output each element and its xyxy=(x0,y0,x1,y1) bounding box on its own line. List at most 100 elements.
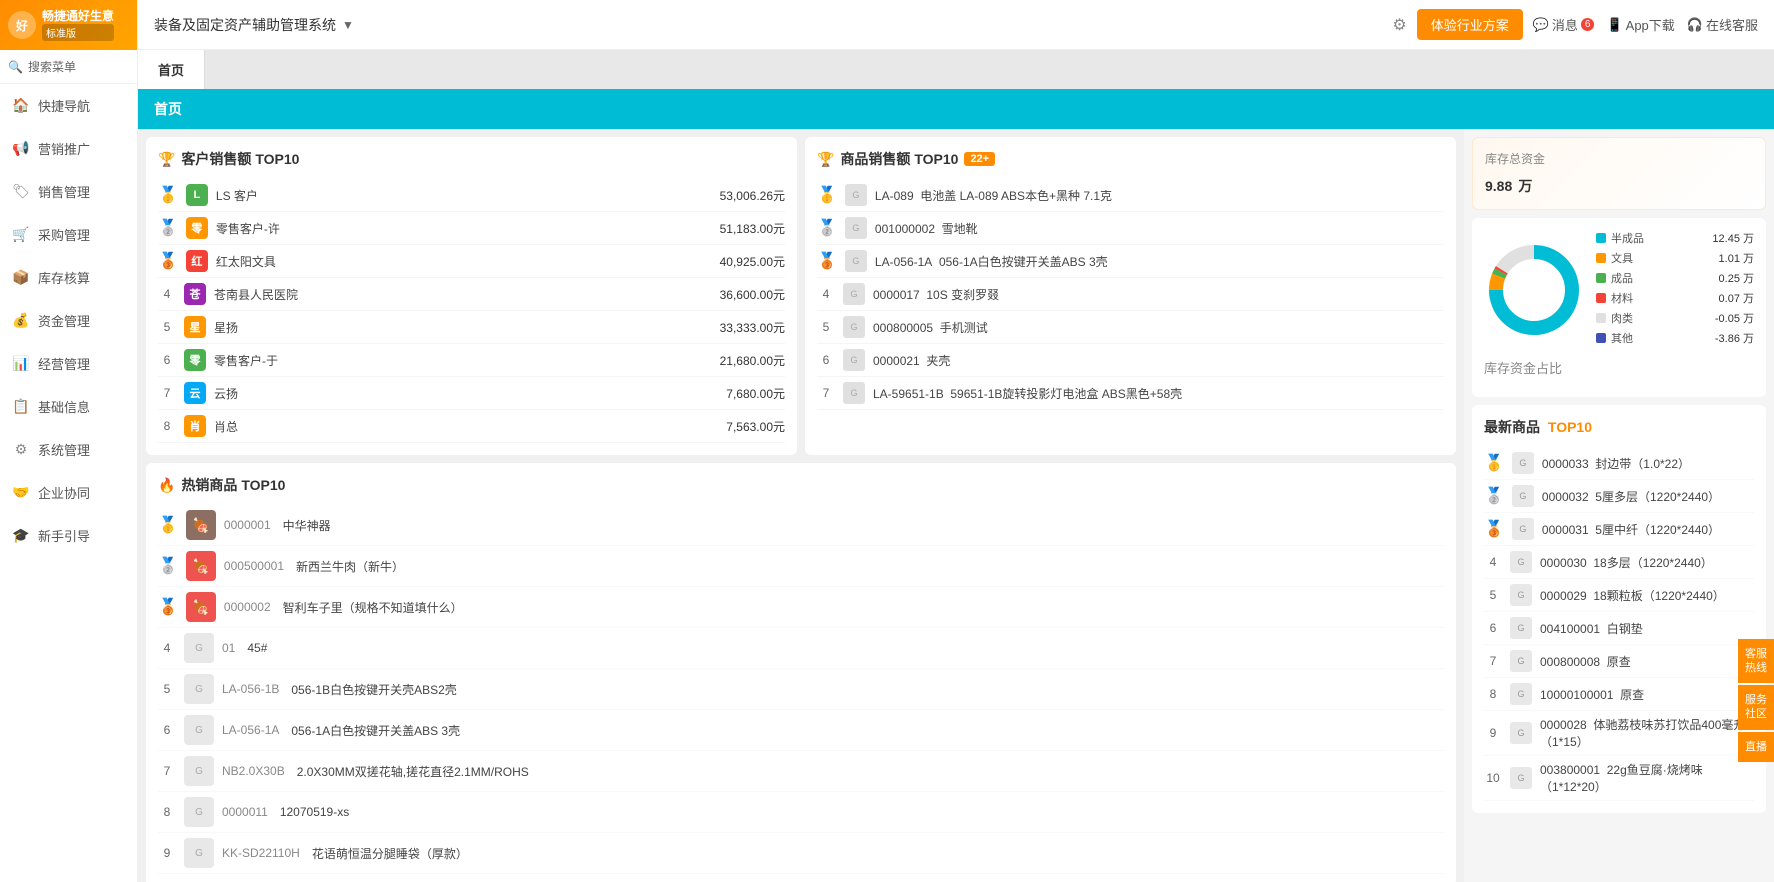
customer-rank-item: 🥈 零 零售客户-许 51,183.00元 xyxy=(158,212,785,245)
hot-product-item: 7 G NB2.0X30B 2.0X30MM双搓花轴,搓花直径2.1MM/ROH… xyxy=(158,751,1444,792)
legend-item: 文具 1.01 万 xyxy=(1596,250,1754,266)
inventory-total-value: 9.88 万 xyxy=(1485,171,1753,197)
hot-product-item: 🥉 🍖 0000002 智利车子里（规格不知道填什么） xyxy=(158,587,1444,628)
home-icon: 🏠 xyxy=(12,97,30,115)
customer-rank-item: 🥇 L LS 客户 53,006.26元 xyxy=(158,179,785,212)
float-btn-community[interactable]: 服务社区 xyxy=(1738,685,1774,730)
sidebar-item-label: 资金管理 xyxy=(38,311,90,330)
try-btn[interactable]: 体验行业方案 xyxy=(1417,9,1523,40)
message-icon: 💬 xyxy=(1533,17,1549,33)
new-products-card: 最新商品 TOP10 🥇 G 0000033 封边带（1.0*22） 🥈 G 0… xyxy=(1472,405,1766,813)
sidebar-item-label: 采购管理 xyxy=(38,225,90,244)
logo-icon: 好 xyxy=(8,11,36,39)
sidebar-item-sales[interactable]: 🏷 销售管理 xyxy=(0,170,137,213)
sales-rank-item: 6 G 0000021 夹壳 xyxy=(817,344,1444,377)
sidebar-item-purchase[interactable]: 🛒 采购管理 xyxy=(0,213,137,256)
new-product-item: 🥇 G 0000033 封边带（1.0*22） xyxy=(1484,447,1754,480)
sidebar-item-system[interactable]: ⚙ 系统管理 xyxy=(0,428,137,471)
content-area: 🏆 客户销售额 TOP10 🥇 L LS 客户 53,006.26元 🥈 零 零… xyxy=(138,129,1774,882)
sidebar-item-collab[interactable]: 🤝 企业协同 xyxy=(0,471,137,514)
system-icon: ⚙ xyxy=(12,441,30,459)
inventory-icon: 📦 xyxy=(12,269,30,287)
sidebar-item-operations[interactable]: 📊 经营管理 xyxy=(0,342,137,385)
online-service-btn[interactable]: 🎧 在线客服 xyxy=(1687,15,1758,34)
phone-icon: 📱 xyxy=(1606,17,1622,33)
legend-item: 其他 -3.86 万 xyxy=(1596,330,1754,346)
top-rankings-row: 🏆 客户销售额 TOP10 🥇 L LS 客户 53,006.26元 🥈 零 零… xyxy=(146,137,1456,463)
new-product-item: 7 G 000800008 原查 xyxy=(1484,645,1754,678)
donut-chart xyxy=(1484,240,1584,340)
sidebar-item-marketing[interactable]: 📢 营销推广 xyxy=(0,127,137,170)
sidebar: 好 畅捷通好生意 标准版 🔍 搜索菜单 🏠 快捷导航 📢 营销推广 🏷 销售管理… xyxy=(0,0,138,882)
sidebar-item-label: 库存核算 xyxy=(38,268,90,287)
donut-container: 半成品 12.45 万 文具 1.01 万 成品 0.25 万 材料 0.07 … xyxy=(1484,230,1754,350)
hot-product-item: 6 G LA-056-1A 056-1A白色按键开关盖ABS 3壳 xyxy=(158,710,1444,751)
teal-header-title: 首页 xyxy=(154,101,182,117)
message-btn[interactable]: 💬 消息 6 xyxy=(1533,15,1595,34)
sales-rank-item: 🥇 G LA-089 电池盖 LA-089 ABS本色+黑种 7.1克 xyxy=(817,179,1444,212)
legend-item: 成品 0.25 万 xyxy=(1596,270,1754,286)
hot-product-item: 🥇 🍖 0000001 中华神器 xyxy=(158,505,1444,546)
sales-rank-item: 5 G 000800005 手机测试 xyxy=(817,311,1444,344)
search-menu[interactable]: 🔍 搜索菜单 xyxy=(0,50,137,84)
sales-rank-item: 🥈 G 001000002 雪地靴 xyxy=(817,212,1444,245)
inventory-total-card: 库存总资金 9.88 万 xyxy=(1472,137,1766,210)
new-product-item: 8 G 10000100001 原查 xyxy=(1484,678,1754,711)
customer-rank-item: 8 肖 肖总 7,563.00元 xyxy=(158,410,785,443)
middle-area: 🏆 客户销售额 TOP10 🥇 L LS 客户 53,006.26元 🥈 零 零… xyxy=(138,129,1464,882)
hot-product-item: 5 G LA-056-1B 056-1B白色按键开关壳ABS2壳 xyxy=(158,669,1444,710)
header-title: 装备及固定资产辅助管理系统 ▼ xyxy=(154,15,1382,35)
new-product-item: 6 G 004100001 白钢垫 xyxy=(1484,612,1754,645)
new-product-item: 4 G 0000030 18多层（1220*2440） xyxy=(1484,546,1754,579)
donut-legend: 半成品 12.45 万 文具 1.01 万 成品 0.25 万 材料 0.07 … xyxy=(1596,230,1754,350)
sidebar-item-guide[interactable]: 🎓 新手引导 xyxy=(0,514,137,557)
tab-home[interactable]: 首页 xyxy=(138,50,205,89)
new-product-item: 9 G 0000028 体驰荔枝味苏打饮品400毫升（1*15） xyxy=(1484,711,1754,756)
hot-product-item: 🥈 🍖 000500001 新西兰牛肉（新牛） xyxy=(158,546,1444,587)
headset-icon: 🎧 xyxy=(1687,17,1703,33)
app-download-label: App下载 xyxy=(1626,15,1675,34)
sidebar-item-inventory[interactable]: 📦 库存核算 xyxy=(0,256,137,299)
finance-icon: 💰 xyxy=(12,312,30,330)
hot-product-list: 🥇 🍖 0000001 中华神器 🥈 🍖 000500001 新西兰牛肉（新牛）… xyxy=(158,505,1444,874)
sidebar-item-label: 企业协同 xyxy=(38,483,90,502)
fire-icon: 🔥 xyxy=(158,477,175,494)
sales-product-rank-title: 🏆 商品销售额 TOP10 22+ xyxy=(817,149,1444,169)
search-label: 搜索菜单 xyxy=(28,58,76,75)
settings-icon[interactable]: ⚙ xyxy=(1392,15,1406,35)
purchase-icon: 🛒 xyxy=(12,226,30,244)
sidebar-item-label: 营销推广 xyxy=(38,139,90,158)
inventory-unit: 万 xyxy=(1518,178,1532,194)
float-btn-live[interactable]: 直播 xyxy=(1738,732,1774,762)
sidebar-item-home[interactable]: 🏠 快捷导航 xyxy=(0,84,137,127)
teal-header-bar: 首页 xyxy=(138,89,1774,129)
basics-icon: 📋 xyxy=(12,398,30,416)
inventory-total-label: 库存总资金 xyxy=(1485,150,1753,167)
float-btn-service[interactable]: 客服热线 xyxy=(1738,639,1774,684)
hot-product-item: 8 G 0000011 12070519-xs xyxy=(158,792,1444,833)
inventory-chart-label: 库存资金占比 xyxy=(1484,358,1754,377)
sidebar-item-finance[interactable]: 💰 资金管理 xyxy=(0,299,137,342)
message-label: 消息 xyxy=(1552,15,1578,34)
trophy-icon: 🏆 xyxy=(158,151,175,168)
trophy-icon2: 🏆 xyxy=(817,151,834,168)
system-title-text: 装备及固定资产辅助管理系统 xyxy=(154,15,336,35)
sidebar-item-label: 新手引导 xyxy=(38,526,90,545)
sales-icon: 🏷 xyxy=(12,183,30,201)
inventory-chart-card: 半成品 12.45 万 文具 1.01 万 成品 0.25 万 材料 0.07 … xyxy=(1472,218,1766,397)
header-right: 💬 消息 6 📱 App下载 🎧 在线客服 xyxy=(1533,15,1758,34)
app-download-btn[interactable]: 📱 App下载 xyxy=(1606,15,1674,34)
sidebar-item-basics[interactable]: 📋 基础信息 xyxy=(0,385,137,428)
legend-item: 肉类 -0.05 万 xyxy=(1596,310,1754,326)
sidebar-item-label: 快捷导航 xyxy=(38,96,90,115)
sales-rank-item: 🥉 G LA-056-1A 056-1A白色按键开关盖ABS 3壳 xyxy=(817,245,1444,278)
system-dropdown-btn[interactable]: ▼ xyxy=(342,18,354,32)
logo-badge: 标准版 xyxy=(42,24,114,41)
operations-icon: 📊 xyxy=(12,355,30,373)
legend-item: 材料 0.07 万 xyxy=(1596,290,1754,306)
sales-product-rank-list: 🥇 G LA-089 电池盖 LA-089 ABS本色+黑种 7.1克 🥈 G … xyxy=(817,179,1444,410)
sidebar-item-label: 系统管理 xyxy=(38,440,90,459)
customer-rank-item: 7 云 云扬 7,680.00元 xyxy=(158,377,785,410)
hot-product-title: 🔥 热销商品 TOP10 xyxy=(158,475,1444,495)
hot-product-item: 4 G 01 45# xyxy=(158,628,1444,669)
